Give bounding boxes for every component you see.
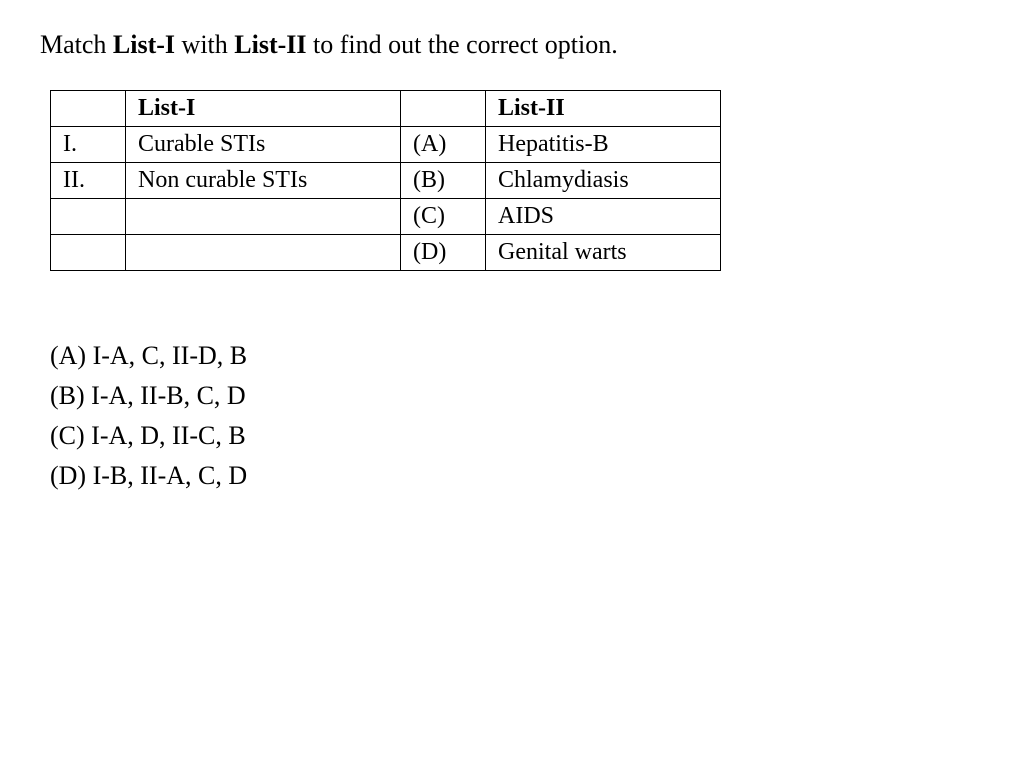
cell-roman <box>51 235 126 271</box>
question-prefix: Match <box>40 30 113 59</box>
cell-roman <box>51 199 126 235</box>
option-b[interactable]: (B) I-A, II-B, C, D <box>50 381 984 411</box>
table-row: (D) Genital warts <box>51 235 721 271</box>
table-row: II. Non curable STIs (B) Chlamydiasis <box>51 163 721 199</box>
answer-options: (A) I-A, C, II-D, B (B) I-A, II-B, C, D … <box>50 341 984 491</box>
question-mid: with <box>175 30 234 59</box>
cell-list2: Hepatitis-B <box>486 127 721 163</box>
cell-letter: (B) <box>401 163 486 199</box>
cell-list1: Curable STIs <box>126 127 401 163</box>
cell-list2: Genital warts <box>486 235 721 271</box>
option-d[interactable]: (D) I-B, II-A, C, D <box>50 461 984 491</box>
header-col2: List-I <box>126 91 401 127</box>
cell-letter: (A) <box>401 127 486 163</box>
option-a[interactable]: (A) I-A, C, II-D, B <box>50 341 984 371</box>
option-c[interactable]: (C) I-A, D, II-C, B <box>50 421 984 451</box>
question-suffix: to find out the correct option. <box>307 30 618 59</box>
match-table: List-I List-II I. Curable STIs (A) Hepat… <box>50 90 721 271</box>
cell-list2: AIDS <box>486 199 721 235</box>
question-bold1: List-I <box>113 30 175 59</box>
cell-roman: I. <box>51 127 126 163</box>
header-col1 <box>51 91 126 127</box>
question-bold2: List-II <box>234 30 306 59</box>
question-stem: Match List-I with List-II to find out th… <box>40 30 984 60</box>
table-header-row: List-I List-II <box>51 91 721 127</box>
cell-roman: II. <box>51 163 126 199</box>
table-row: I. Curable STIs (A) Hepatitis-B <box>51 127 721 163</box>
table-row: (C) AIDS <box>51 199 721 235</box>
cell-letter: (C) <box>401 199 486 235</box>
cell-list2: Chlamydiasis <box>486 163 721 199</box>
cell-list1: Non curable STIs <box>126 163 401 199</box>
cell-letter: (D) <box>401 235 486 271</box>
cell-list1 <box>126 235 401 271</box>
header-col4: List-II <box>486 91 721 127</box>
header-col3 <box>401 91 486 127</box>
cell-list1 <box>126 199 401 235</box>
